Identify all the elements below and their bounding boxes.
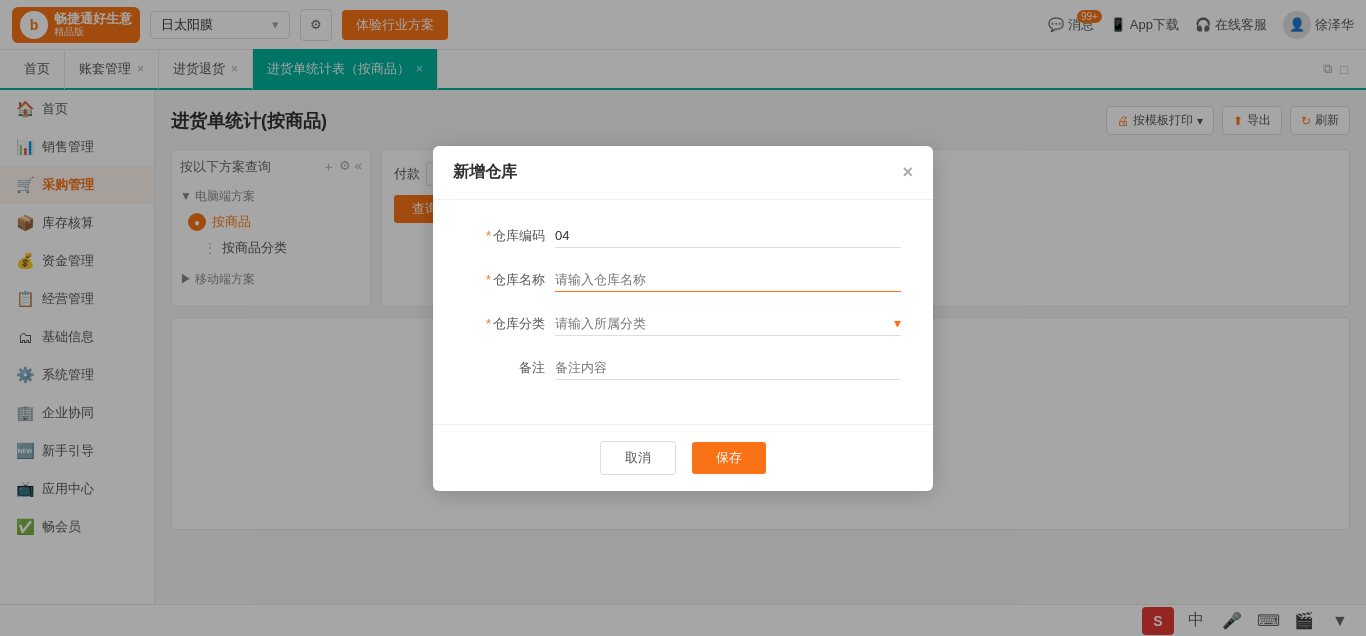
category-input[interactable] (555, 312, 894, 335)
note-input[interactable] (555, 356, 901, 380)
category-dropdown-icon[interactable]: ▾ (894, 315, 901, 331)
form-row-category: *仓库分类 ▾ (465, 312, 901, 336)
new-warehouse-modal: 新增仓库 × *仓库编码 *仓库名称 *仓库分类 (433, 146, 933, 491)
category-label: *仓库分类 (465, 315, 545, 333)
modal-header: 新增仓库 × (433, 146, 933, 200)
name-input[interactable] (555, 268, 901, 292)
form-row-note: 备注 (465, 356, 901, 380)
modal-footer: 取消 保存 (433, 424, 933, 491)
modal-overlay: 新增仓库 × *仓库编码 *仓库名称 *仓库分类 (0, 0, 1366, 636)
cancel-button[interactable]: 取消 (600, 441, 676, 475)
modal-close-button[interactable]: × (902, 162, 913, 183)
category-select-wrapper: ▾ (555, 312, 901, 336)
form-row-code: *仓库编码 (465, 224, 901, 248)
form-row-name: *仓库名称 (465, 268, 901, 292)
name-label: *仓库名称 (465, 271, 545, 289)
save-button[interactable]: 保存 (692, 442, 766, 474)
modal-title: 新增仓库 (453, 162, 517, 183)
note-label: 备注 (465, 359, 545, 377)
code-label: *仓库编码 (465, 227, 545, 245)
code-input[interactable] (555, 224, 901, 248)
modal-body: *仓库编码 *仓库名称 *仓库分类 ▾ (433, 200, 933, 424)
